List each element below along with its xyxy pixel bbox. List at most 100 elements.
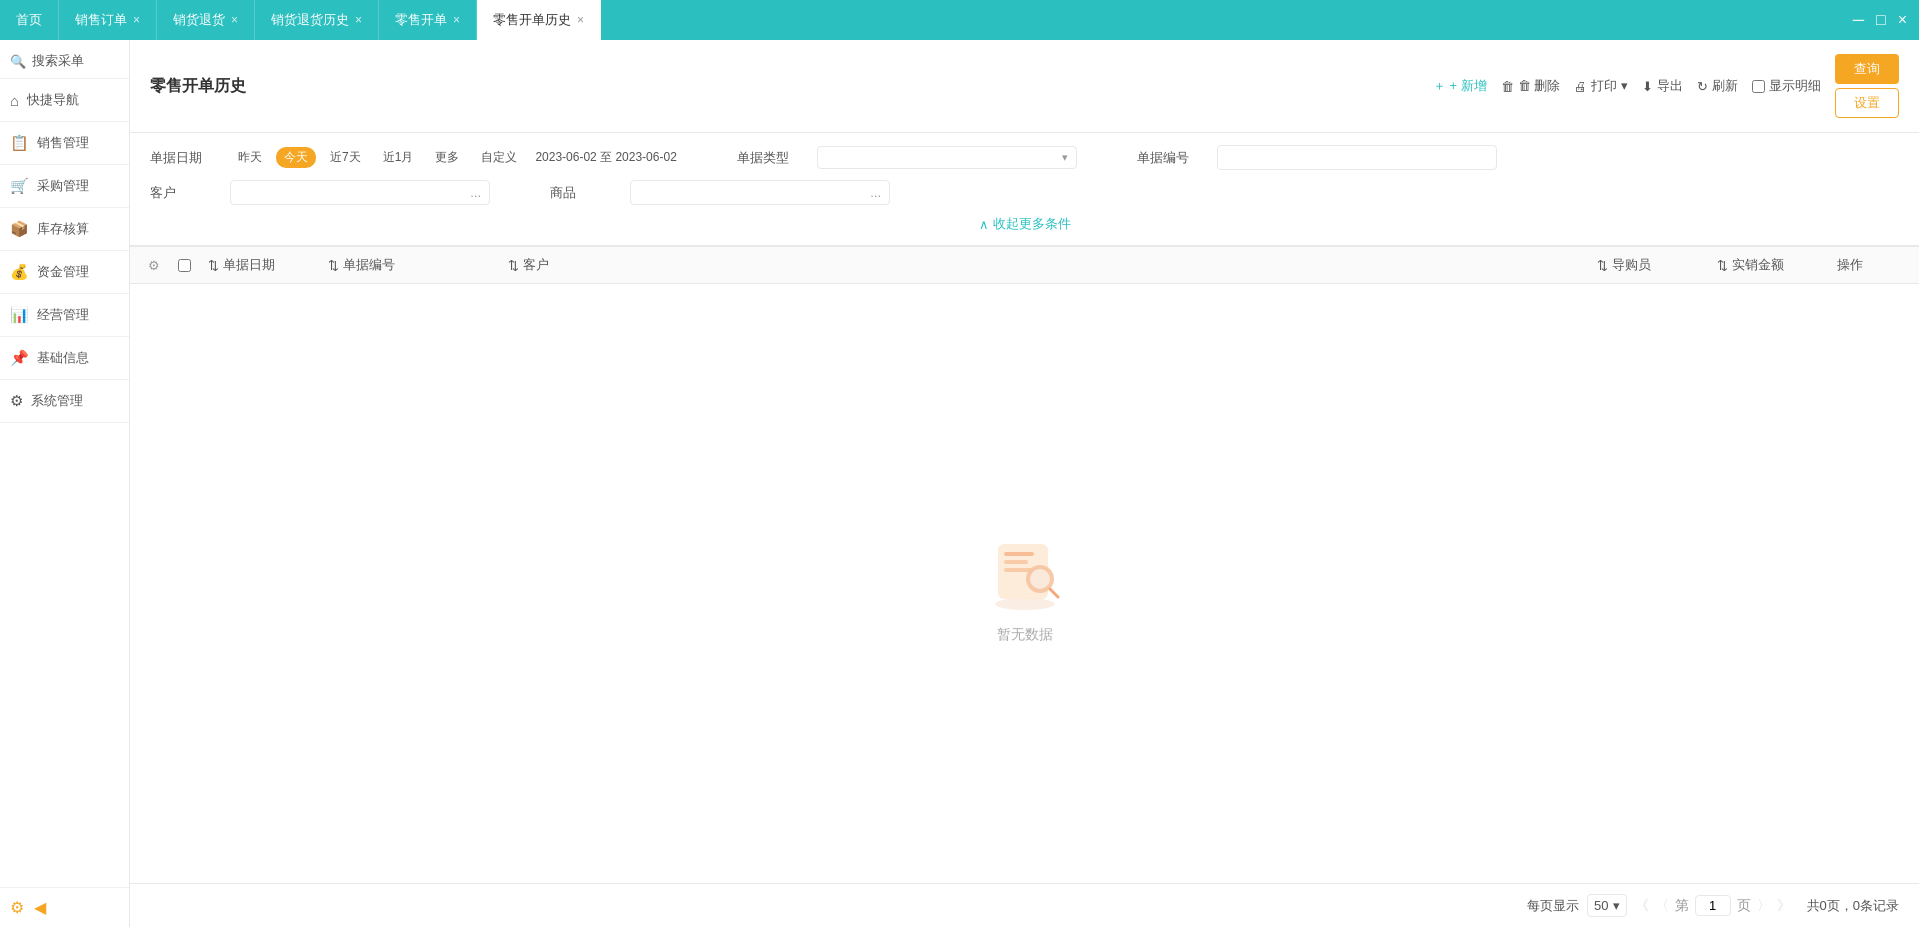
tab-sales-return-label: 销货退货 bbox=[173, 11, 225, 29]
th-no-sort-icon: ⇅ bbox=[328, 258, 339, 273]
tab-retail-open[interactable]: 零售开单 × bbox=[379, 0, 477, 40]
th-guide[interactable]: ⇅ 导购员 bbox=[1589, 256, 1709, 274]
empty-text: 暂无数据 bbox=[997, 626, 1053, 644]
window-controls: ─ □ × bbox=[1853, 11, 1919, 29]
page-size-select[interactable]: 50 ▾ bbox=[1587, 894, 1626, 917]
export-button[interactable]: ⬇ 导出 bbox=[1642, 77, 1683, 95]
collapse-sidebar-icon[interactable]: ◀ bbox=[34, 898, 46, 917]
select-all-checkbox[interactable] bbox=[178, 259, 191, 272]
home-icon: ⌂ bbox=[10, 92, 19, 109]
date-option-more[interactable]: 更多 bbox=[427, 147, 467, 168]
page-label: 第 bbox=[1675, 897, 1689, 915]
sidebar-item-inventory-label: 库存核算 bbox=[37, 220, 89, 238]
tab-home[interactable]: 首页 bbox=[0, 0, 59, 40]
th-date-sort-icon: ⇅ bbox=[208, 258, 219, 273]
date-option-custom[interactable]: 自定义 bbox=[473, 147, 525, 168]
goods-ellipsis-icon[interactable]: ... bbox=[870, 185, 881, 200]
pagination-summary: 共0页，0条记录 bbox=[1807, 897, 1899, 915]
svg-line-7 bbox=[1050, 589, 1058, 597]
date-option-7days[interactable]: 近7天 bbox=[322, 147, 369, 168]
th-date[interactable]: ⇅ 单据日期 bbox=[200, 256, 320, 274]
date-option-1month[interactable]: 近1月 bbox=[375, 147, 422, 168]
type-filter-select[interactable]: ▾ bbox=[817, 146, 1077, 169]
show-detail-toggle[interactable]: 显示明细 bbox=[1752, 77, 1821, 95]
th-customer-label: 客户 bbox=[523, 256, 549, 274]
add-icon: ＋ bbox=[1433, 77, 1446, 95]
minimize-icon[interactable]: ─ bbox=[1853, 11, 1864, 29]
customer-ellipsis-icon[interactable]: ... bbox=[470, 185, 481, 200]
maximize-icon[interactable]: □ bbox=[1876, 11, 1886, 29]
query-button[interactable]: 查询 bbox=[1835, 54, 1899, 84]
type-select-chevron-icon: ▾ bbox=[1062, 151, 1068, 164]
th-customer-sort-icon: ⇅ bbox=[508, 258, 519, 273]
table-header: ⚙ ⇅ 单据日期 ⇅ 单据编号 ⇅ 客户 ⇅ 导购员 bbox=[130, 246, 1919, 284]
show-detail-label: 显示明细 bbox=[1769, 77, 1821, 95]
th-date-label: 单据日期 bbox=[223, 256, 275, 274]
date-option-yesterday[interactable]: 昨天 bbox=[230, 147, 270, 168]
tab-retail-open-history-close[interactable]: × bbox=[577, 13, 584, 27]
sidebar-search-label: 搜索采单 bbox=[32, 52, 84, 70]
next-page-icon[interactable]: 〉 bbox=[1757, 897, 1771, 915]
tab-sales-order-close[interactable]: × bbox=[133, 13, 140, 27]
sidebar-item-purchase-mgmt[interactable]: 🛒 采购管理 bbox=[0, 165, 129, 208]
tab-sales-return[interactable]: 销货退货 × bbox=[157, 0, 255, 40]
tab-retail-open-history-label: 零售开单历史 bbox=[493, 11, 571, 29]
delete-button[interactable]: 🗑 🗑 删除 bbox=[1501, 77, 1561, 95]
refresh-button[interactable]: ↻ 刷新 bbox=[1697, 77, 1738, 95]
date-option-today[interactable]: 今天 bbox=[276, 147, 316, 168]
th-guide-label: 导购员 bbox=[1612, 256, 1651, 274]
tab-sales-return-history[interactable]: 销货退货历史 × bbox=[255, 0, 379, 40]
no-filter-input[interactable] bbox=[1217, 145, 1497, 170]
tab-sales-return-close[interactable]: × bbox=[231, 13, 238, 27]
type-filter-label: 单据类型 bbox=[737, 149, 797, 167]
sidebar: 🔍 搜索采单 ⌂ 快捷导航 📋 销售管理 🛒 采购管理 📦 库存核算 💰 资金管… bbox=[0, 40, 130, 927]
th-no[interactable]: ⇅ 单据编号 bbox=[320, 256, 500, 274]
sidebar-item-sys-mgmt[interactable]: ⚙ 系统管理 bbox=[0, 380, 129, 423]
th-customer[interactable]: ⇅ 客户 bbox=[500, 256, 1589, 274]
sidebar-item-inventory[interactable]: 📦 库存核算 bbox=[0, 208, 129, 251]
customer-filter-select[interactable]: ... bbox=[230, 180, 490, 205]
th-amount[interactable]: ⇅ 实销金额 bbox=[1709, 256, 1829, 274]
settings-gear-icon[interactable]: ⚙ bbox=[10, 898, 24, 917]
add-button[interactable]: ＋ + 新增 bbox=[1433, 77, 1487, 95]
close-window-icon[interactable]: × bbox=[1898, 11, 1907, 29]
last-page-icon[interactable]: 》 bbox=[1777, 897, 1791, 915]
page-size-chevron-icon: ▾ bbox=[1613, 898, 1620, 913]
first-page-icon[interactable]: 《 bbox=[1635, 897, 1649, 915]
svg-point-6 bbox=[1030, 569, 1050, 589]
sidebar-item-operations-label: 经营管理 bbox=[37, 306, 89, 324]
sidebar-item-finance[interactable]: 💰 资金管理 bbox=[0, 251, 129, 294]
tab-sales-return-history-label: 销货退货历史 bbox=[271, 11, 349, 29]
th-op: 操作 bbox=[1829, 256, 1909, 274]
collapse-button[interactable]: ∧ 收起更多条件 bbox=[979, 215, 1071, 233]
sidebar-item-operations[interactable]: 📊 经营管理 bbox=[0, 294, 129, 337]
tab-sales-order[interactable]: 销售订单 × bbox=[59, 0, 157, 40]
inventory-icon: 📦 bbox=[10, 220, 29, 238]
prev-page-icon[interactable]: 〈 bbox=[1655, 897, 1669, 915]
date-filter-label: 单据日期 bbox=[150, 149, 210, 167]
sidebar-item-base-info[interactable]: 📌 基础信息 bbox=[0, 337, 129, 380]
th-gear[interactable]: ⚙ bbox=[140, 258, 170, 273]
sys-mgmt-icon: ⚙ bbox=[10, 392, 23, 410]
tab-retail-open-history[interactable]: 零售开单历史 × bbox=[477, 0, 601, 40]
top-tab-bar: 首页 销售订单 × 销货退货 × 销货退货历史 × 零售开单 × 零售开单历史 … bbox=[0, 0, 1919, 40]
empty-illustration bbox=[980, 524, 1070, 614]
purchase-icon: 🛒 bbox=[10, 177, 29, 195]
page-number-input[interactable] bbox=[1695, 895, 1731, 916]
sidebar-item-sys-mgmt-label: 系统管理 bbox=[31, 392, 83, 410]
sidebar-item-sales-mgmt-label: 销售管理 bbox=[37, 134, 89, 152]
collapse-icon: ∧ bbox=[979, 217, 989, 232]
tab-home-label: 首页 bbox=[16, 11, 42, 29]
tab-retail-open-label: 零售开单 bbox=[395, 11, 447, 29]
tab-sales-return-history-close[interactable]: × bbox=[355, 13, 362, 27]
sidebar-search[interactable]: 🔍 搜索采单 bbox=[0, 40, 129, 79]
print-button[interactable]: 🖨 打印 ▾ bbox=[1574, 77, 1628, 95]
setting-button[interactable]: 设置 bbox=[1835, 88, 1899, 118]
sidebar-item-quick-nav[interactable]: ⌂ 快捷导航 bbox=[0, 79, 129, 122]
tab-retail-open-close[interactable]: × bbox=[453, 13, 460, 27]
goods-filter-select[interactable]: ... bbox=[630, 180, 890, 205]
show-detail-checkbox[interactable] bbox=[1752, 80, 1765, 93]
th-op-label: 操作 bbox=[1837, 256, 1863, 274]
content-area: 零售开单历史 ＋ + 新增 🗑 🗑 删除 🖨 打印 ▾ ⬇ 导出 bbox=[130, 40, 1919, 927]
sidebar-item-sales-mgmt[interactable]: 📋 销售管理 bbox=[0, 122, 129, 165]
